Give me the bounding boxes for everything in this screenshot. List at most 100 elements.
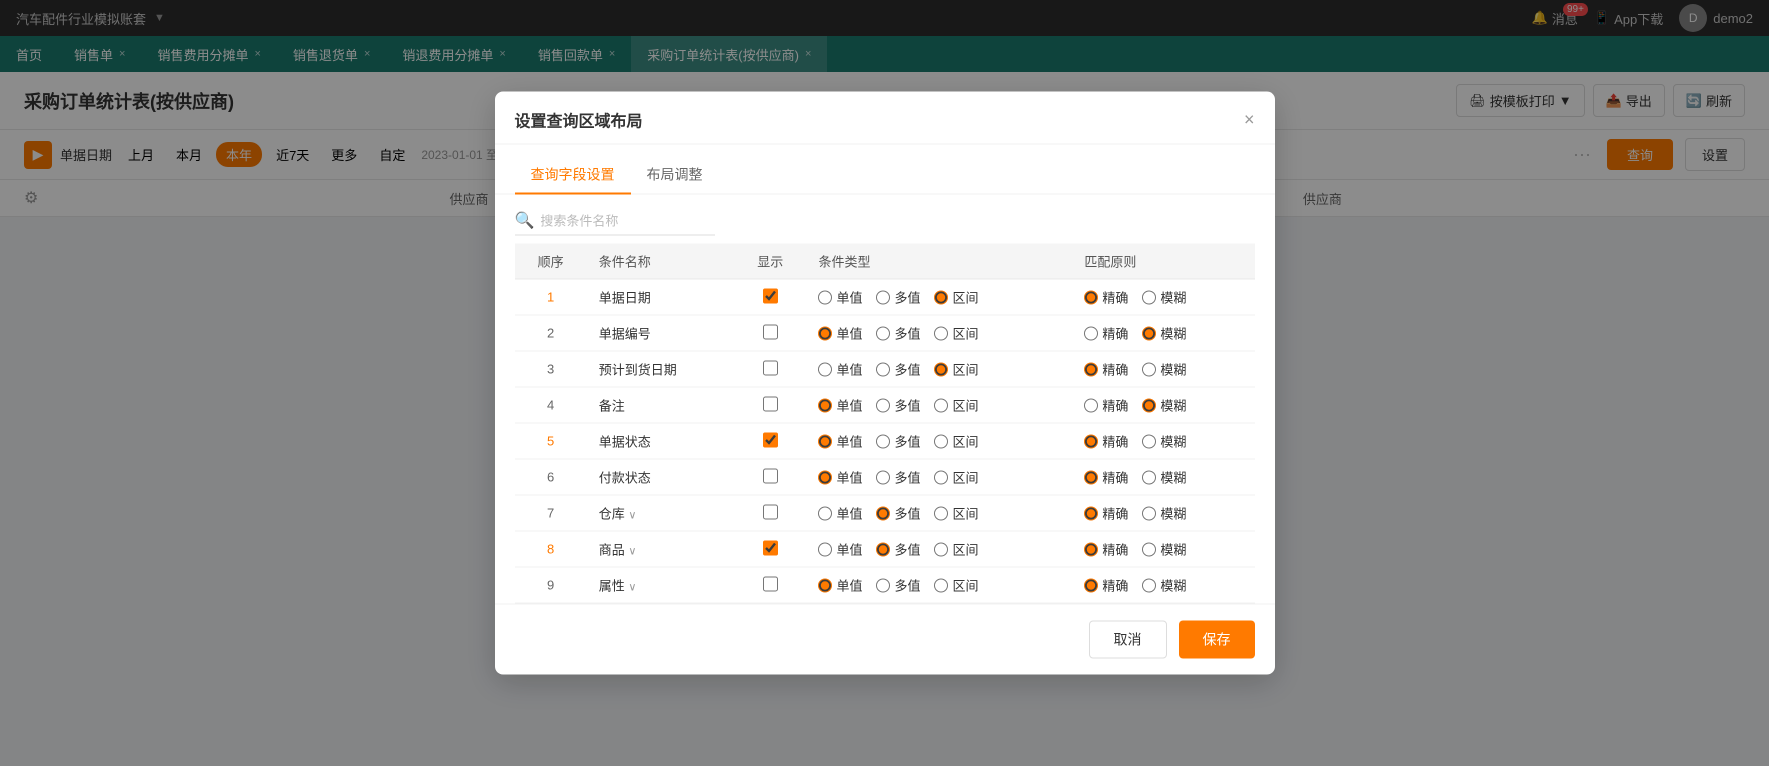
checkbox-display-1[interactable] [763, 288, 778, 303]
radio-type-range-5[interactable]: 区间 [934, 432, 978, 451]
table-header-row: 顺序 条件名称 显示 条件类型 匹配原则 [515, 244, 1255, 280]
modal-close-button[interactable]: × [1244, 111, 1255, 129]
th-match: 匹配原则 [1072, 244, 1254, 280]
radio-type-multi-3[interactable]: 多值 [876, 360, 920, 379]
row-order-4: 4 [515, 387, 587, 423]
row-order-1: 1 [515, 279, 587, 315]
save-button[interactable]: 保存 [1179, 621, 1255, 659]
row-match-2: 精确模糊 [1072, 315, 1254, 351]
radio-type-single-3[interactable]: 单值 [818, 360, 862, 379]
radio-match-fuzzy-5[interactable]: 模糊 [1142, 432, 1186, 451]
radio-match-fuzzy-2[interactable]: 模糊 [1142, 324, 1186, 343]
checkbox-display-8[interactable] [763, 540, 778, 555]
radio-match-exact-4[interactable]: 精确 [1084, 396, 1128, 415]
radio-type-multi-5[interactable]: 多值 [876, 432, 920, 451]
row-type-3: 单值多值区间 [806, 351, 1072, 387]
modal-search: 🔍 [495, 195, 1275, 244]
modal-tab-layout-label: 布局调整 [647, 167, 703, 183]
radio-match-exact-7[interactable]: 精确 [1084, 504, 1128, 523]
modal-table: 顺序 条件名称 显示 条件类型 匹配原则 1单据日期单值多值区间精确模糊2单据编… [515, 244, 1255, 604]
checkbox-display-4[interactable] [763, 396, 778, 411]
checkbox-display-7[interactable] [763, 504, 778, 519]
radio-match-fuzzy-6[interactable]: 模糊 [1142, 468, 1186, 487]
row-display-9[interactable] [734, 567, 806, 603]
radio-match-fuzzy-7[interactable]: 模糊 [1142, 504, 1186, 523]
search-input[interactable] [540, 213, 700, 228]
radio-type-range-3[interactable]: 区间 [934, 360, 978, 379]
radio-type-range-6[interactable]: 区间 [934, 468, 978, 487]
row-name-2: 单据编号 [587, 315, 734, 351]
table-row: 1单据日期单值多值区间精确模糊 [515, 279, 1255, 315]
radio-type-range-1[interactable]: 区间 [934, 288, 978, 307]
radio-type-single-9[interactable]: 单值 [818, 576, 862, 595]
checkbox-display-5[interactable] [763, 432, 778, 447]
radio-match-fuzzy-9[interactable]: 模糊 [1142, 576, 1186, 595]
radio-match-exact-3[interactable]: 精确 [1084, 360, 1128, 379]
row-name-5: 单据状态 [587, 423, 734, 459]
radio-match-fuzzy-8[interactable]: 模糊 [1142, 540, 1186, 559]
radio-match-exact-5[interactable]: 精确 [1084, 432, 1128, 451]
radio-match-fuzzy-1[interactable]: 模糊 [1142, 288, 1186, 307]
radio-type-multi-4[interactable]: 多值 [876, 396, 920, 415]
row-match-9: 精确模糊 [1072, 567, 1254, 603]
row-display-3[interactable] [734, 351, 806, 387]
radio-type-single-4[interactable]: 单值 [818, 396, 862, 415]
checkbox-display-6[interactable] [763, 468, 778, 483]
modal-title: 设置查询区域布局 [515, 108, 643, 132]
row-name-6: 付款状态 [587, 459, 734, 495]
radio-match-exact-8[interactable]: 精确 [1084, 540, 1128, 559]
modal-tab-query-fields-label: 查询字段设置 [531, 167, 615, 183]
radio-match-exact-9[interactable]: 精确 [1084, 576, 1128, 595]
row-match-1: 精确模糊 [1072, 279, 1254, 315]
radio-type-range-9[interactable]: 区间 [934, 576, 978, 595]
row-display-7[interactable] [734, 495, 806, 531]
radio-type-range-7[interactable]: 区间 [934, 504, 978, 523]
radio-match-exact-2[interactable]: 精确 [1084, 324, 1128, 343]
modal-header: 设置查询区域布局 × [495, 92, 1275, 145]
radio-type-range-2[interactable]: 区间 [934, 324, 978, 343]
radio-type-multi-2[interactable]: 多值 [876, 324, 920, 343]
row-order-8: 8 [515, 531, 587, 567]
radio-type-single-2[interactable]: 单值 [818, 324, 862, 343]
table-row: 3预计到货日期单值多值区间精确模糊 [515, 351, 1255, 387]
row-display-2[interactable] [734, 315, 806, 351]
table-row: 8商品 ∨单值多值区间精确模糊 [515, 531, 1255, 567]
radio-match-exact-1[interactable]: 精确 [1084, 288, 1128, 307]
row-order-6: 6 [515, 459, 587, 495]
checkbox-display-9[interactable] [763, 576, 778, 591]
row-display-4[interactable] [734, 387, 806, 423]
radio-type-multi-1[interactable]: 多值 [876, 288, 920, 307]
radio-type-range-8[interactable]: 区间 [934, 540, 978, 559]
radio-match-exact-6[interactable]: 精确 [1084, 468, 1128, 487]
modal-tab-layout[interactable]: 布局调整 [631, 157, 719, 195]
row-order-2: 2 [515, 315, 587, 351]
radio-type-multi-9[interactable]: 多值 [876, 576, 920, 595]
radio-match-fuzzy-4[interactable]: 模糊 [1142, 396, 1186, 415]
row-display-5[interactable] [734, 423, 806, 459]
radio-type-range-4[interactable]: 区间 [934, 396, 978, 415]
checkbox-display-3[interactable] [763, 360, 778, 375]
row-match-8: 精确模糊 [1072, 531, 1254, 567]
row-display-8[interactable] [734, 531, 806, 567]
radio-type-single-5[interactable]: 单值 [818, 432, 862, 451]
radio-type-multi-6[interactable]: 多值 [876, 468, 920, 487]
settings-table: 顺序 条件名称 显示 条件类型 匹配原则 1单据日期单值多值区间精确模糊2单据编… [515, 244, 1255, 604]
cancel-button[interactable]: 取消 [1089, 621, 1167, 659]
row-match-7: 精确模糊 [1072, 495, 1254, 531]
checkbox-display-2[interactable] [763, 324, 778, 339]
modal-tabs: 查询字段设置 布局调整 [495, 145, 1275, 195]
radio-type-single-7[interactable]: 单值 [818, 504, 862, 523]
modal-tab-query-fields[interactable]: 查询字段设置 [515, 157, 631, 195]
radio-type-single-6[interactable]: 单值 [818, 468, 862, 487]
row-display-1[interactable] [734, 279, 806, 315]
radio-type-single-1[interactable]: 单值 [818, 288, 862, 307]
row-display-6[interactable] [734, 459, 806, 495]
radio-match-fuzzy-3[interactable]: 模糊 [1142, 360, 1186, 379]
row-type-1: 单值多值区间 [806, 279, 1072, 315]
radio-type-multi-8[interactable]: 多值 [876, 540, 920, 559]
row-match-6: 精确模糊 [1072, 459, 1254, 495]
radio-type-multi-7[interactable]: 多值 [876, 504, 920, 523]
table-row: 5单据状态单值多值区间精确模糊 [515, 423, 1255, 459]
radio-type-single-8[interactable]: 单值 [818, 540, 862, 559]
row-match-4: 精确模糊 [1072, 387, 1254, 423]
